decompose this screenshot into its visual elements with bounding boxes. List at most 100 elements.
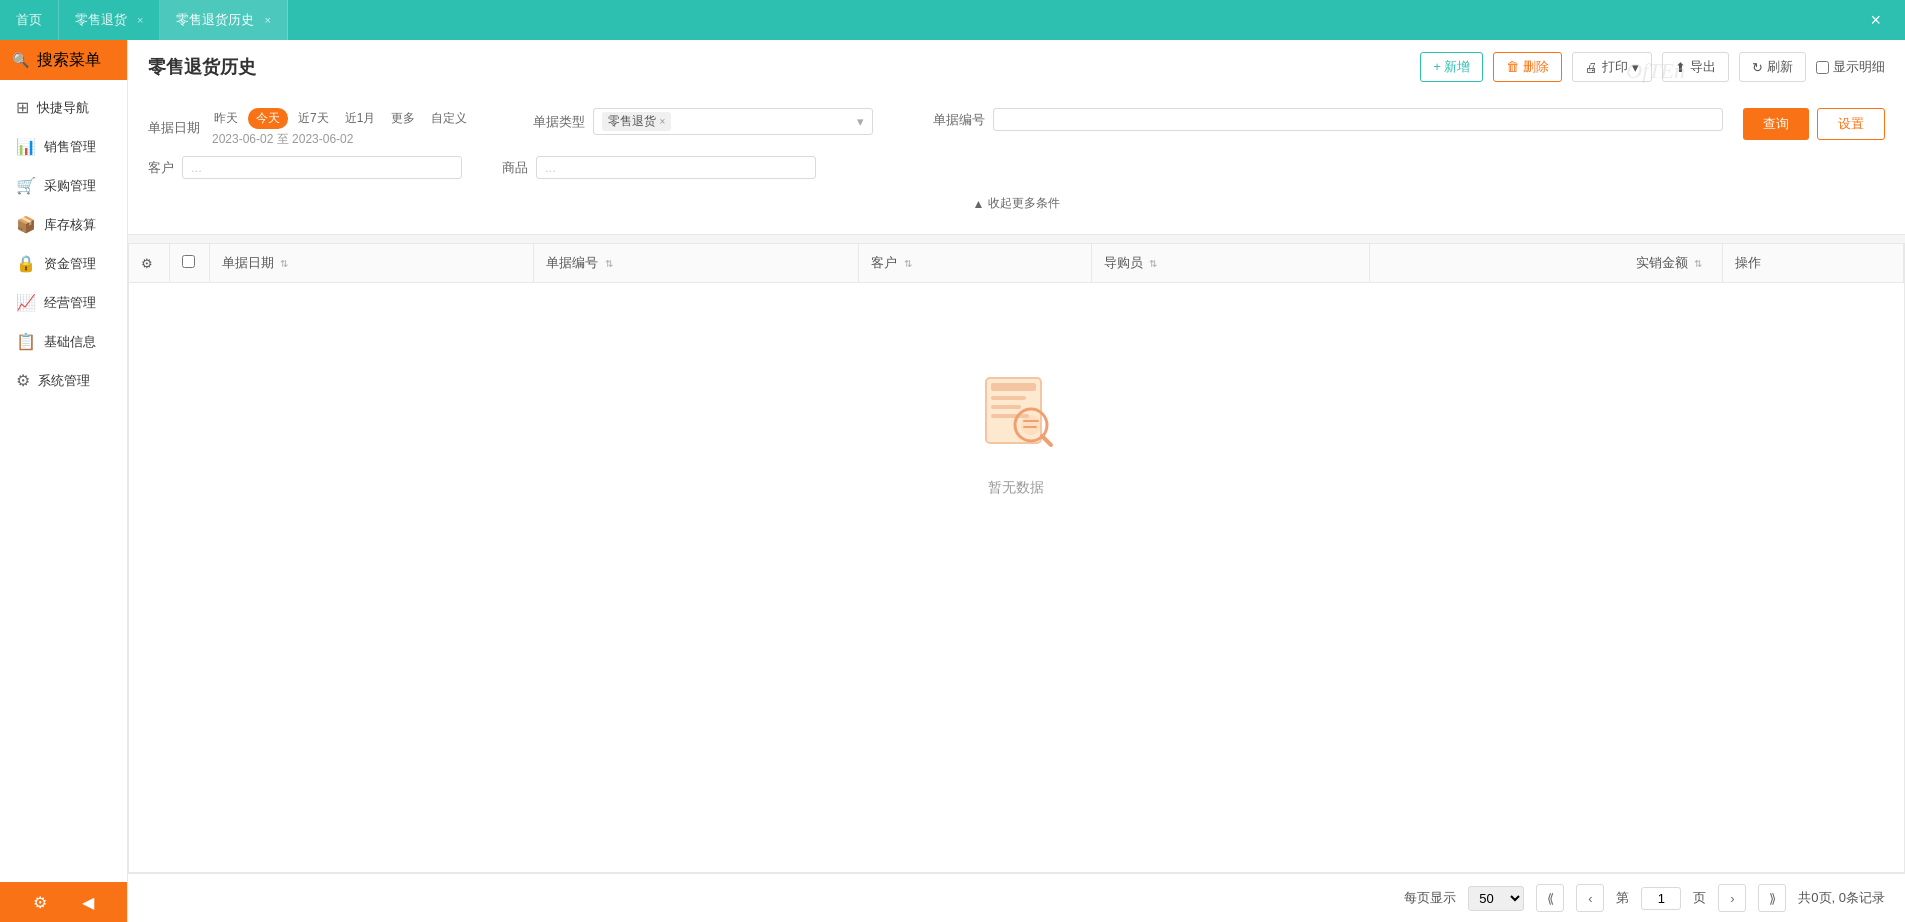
toolbar-buttons: + 新增 🗑 删除 🖨 打印 ▾ ⬆ 导出 ↻ 刷新 xyxy=(1420,52,1885,82)
tab-retail-return-history-close[interactable]: × xyxy=(264,14,270,26)
th-amount[interactable]: 实销金额 ⇅ xyxy=(1370,244,1723,283)
type-dropdown-icon[interactable]: ▾ xyxy=(857,114,864,129)
operations-icon: 📈 xyxy=(16,293,36,312)
delete-button[interactable]: 🗑 删除 xyxy=(1493,52,1562,82)
export-icon: ⬆ xyxy=(1675,60,1686,75)
date-btn-yesterday[interactable]: 昨天 xyxy=(208,108,244,129)
goods-placeholder: ... xyxy=(545,160,556,175)
new-button[interactable]: + 新增 xyxy=(1420,52,1483,82)
goods-filter-label: 商品 xyxy=(502,159,528,177)
window-close-button[interactable]: × xyxy=(1862,6,1889,35)
basic-info-icon: 📋 xyxy=(16,332,36,351)
page-header: 零售退货历史 + 新增 🗑 删除 🖨 打印 ▾ ⬆ 导出 ↻ xyxy=(128,40,1905,235)
th-number-label: 单据编号 xyxy=(546,255,598,270)
sidebar-nav: ⊞ 快捷导航 📊 销售管理 🛒 采购管理 📦 库存核算 🔒 资金管理 📈 xyxy=(0,80,127,882)
prev-page-button[interactable]: ‹ xyxy=(1576,884,1604,912)
query-button[interactable]: 查询 xyxy=(1743,108,1809,140)
tab-retail-return-history-label: 零售退货历史 xyxy=(176,11,254,29)
sales-icon: 📊 xyxy=(16,137,36,156)
inventory-icon: 📦 xyxy=(16,215,36,234)
main-layout: 🔍 搜索菜单 ⊞ 快捷导航 📊 销售管理 🛒 采购管理 📦 库存核算 🔒 xyxy=(0,40,1905,922)
sidebar-item-sales-label: 销售管理 xyxy=(44,138,96,156)
page-number-input[interactable] xyxy=(1641,887,1681,910)
collapse-row: ▲ 收起更多条件 xyxy=(148,183,1885,224)
settings-gear-icon[interactable]: ⚙ xyxy=(141,256,153,271)
first-page-button[interactable]: ⟪ xyxy=(1536,884,1564,912)
svg-rect-4 xyxy=(991,414,1029,418)
date-filter: 单据日期 昨天 今天 近7天 近1月 更多 自定义 2023-06-02 至 2… xyxy=(148,108,473,148)
th-date-label: 单据日期 xyxy=(222,255,274,270)
page-suffix: 页 xyxy=(1693,889,1706,907)
refresh-icon: ↻ xyxy=(1752,60,1763,75)
date-btn-7days[interactable]: 近7天 xyxy=(292,108,335,129)
last-page-button[interactable]: ⟫ xyxy=(1758,884,1786,912)
content-area: 零售退货历史 + 新增 🗑 删除 🖨 打印 ▾ ⬆ 导出 ↻ xyxy=(128,40,1905,922)
sidebar: 🔍 搜索菜单 ⊞ 快捷导航 📊 销售管理 🛒 采购管理 📦 库存核算 🔒 xyxy=(0,40,128,922)
type-filter-label: 单据类型 xyxy=(533,113,585,131)
date-btn-today[interactable]: 今天 xyxy=(248,108,288,129)
select-all-checkbox[interactable] xyxy=(182,255,195,268)
customer-filter-input[interactable]: ... xyxy=(182,156,462,179)
empty-state-icon xyxy=(966,363,1066,463)
sidebar-item-finance[interactable]: 🔒 资金管理 xyxy=(0,244,127,283)
th-settings[interactable]: ⚙ xyxy=(129,244,169,283)
sidebar-item-basic-info[interactable]: 📋 基础信息 xyxy=(0,322,127,361)
th-guide[interactable]: 导购员 ⇅ xyxy=(1091,244,1370,283)
sidebar-item-inventory[interactable]: 📦 库存核算 xyxy=(0,205,127,244)
tab-home[interactable]: 首页 xyxy=(0,0,59,40)
tab-retail-return[interactable]: 零售退货 × xyxy=(59,0,160,40)
th-guide-label: 导购员 xyxy=(1104,255,1143,270)
sidebar-item-system[interactable]: ⚙ 系统管理 xyxy=(0,361,127,400)
per-page-select[interactable]: 20 50 100 xyxy=(1468,886,1524,911)
print-label: 打印 xyxy=(1602,58,1628,76)
tab-retail-return-history[interactable]: 零售退货历史 × xyxy=(160,0,287,40)
print-button[interactable]: 🖨 打印 ▾ xyxy=(1572,52,1652,82)
th-actions: 操作 xyxy=(1723,244,1904,283)
number-sort-icon: ⇅ xyxy=(605,258,613,269)
filter-settings-button[interactable]: 设置 xyxy=(1817,108,1885,140)
sidebar-item-quick-nav[interactable]: ⊞ 快捷导航 xyxy=(0,88,127,127)
total-records-label: 共0页, 0条记录 xyxy=(1798,889,1885,907)
sidebar-bottom: ⚙ ◀ xyxy=(0,882,127,922)
collapse-sidebar-icon[interactable]: ◀ xyxy=(82,893,94,912)
sidebar-item-operations[interactable]: 📈 经营管理 xyxy=(0,283,127,322)
collapse-button[interactable]: ▲ 收起更多条件 xyxy=(965,191,1069,216)
date-btn-1month[interactable]: 近1月 xyxy=(339,108,382,129)
refresh-button[interactable]: ↻ 刷新 xyxy=(1739,52,1806,82)
search-icon: 🔍 xyxy=(12,52,29,68)
th-number[interactable]: 单据编号 ⇅ xyxy=(534,244,859,283)
th-customer[interactable]: 客户 ⇅ xyxy=(858,244,1091,283)
type-tag-close[interactable]: × xyxy=(659,116,665,127)
svg-rect-2 xyxy=(991,396,1026,400)
top-bar: 首页 零售退货 × 零售退货历史 × × xyxy=(0,0,1905,40)
sidebar-item-quick-nav-label: 快捷导航 xyxy=(37,99,89,117)
next-page-button[interactable]: › xyxy=(1718,884,1746,912)
sidebar-item-purchase[interactable]: 🛒 采购管理 xyxy=(0,166,127,205)
empty-state-row: 暂无数据 xyxy=(129,283,1904,578)
filter-row-2: 客户 ... 商品 ... xyxy=(148,152,1885,183)
th-amount-label: 实销金额 xyxy=(1636,255,1688,270)
date-btn-more[interactable]: 更多 xyxy=(385,108,421,129)
th-checkbox[interactable] xyxy=(169,244,209,283)
tab-retail-return-close[interactable]: × xyxy=(137,14,143,26)
sidebar-item-sales[interactable]: 📊 销售管理 xyxy=(0,127,127,166)
th-date[interactable]: 单据日期 ⇅ xyxy=(209,244,534,283)
date-range-display: 2023-06-02 至 2023-06-02 xyxy=(212,131,473,148)
settings-bottom-icon[interactable]: ⚙ xyxy=(33,893,47,912)
sidebar-search[interactable]: 🔍 搜索菜单 xyxy=(0,40,127,80)
number-filter-input[interactable] xyxy=(993,108,1723,131)
display-detail-label: 显示明细 xyxy=(1833,58,1885,76)
display-detail-checkbox[interactable] xyxy=(1816,61,1829,74)
tab-bar: 首页 零售退货 × 零售退货历史 × xyxy=(0,0,1862,40)
type-filter-input[interactable]: 零售退货 × ▾ xyxy=(593,108,873,135)
date-btn-custom[interactable]: 自定义 xyxy=(425,108,473,129)
table-container: ⚙ 单据日期 ⇅ 单据编号 ⇅ xyxy=(128,243,1905,873)
sidebar-item-finance-label: 资金管理 xyxy=(44,255,96,273)
svg-rect-1 xyxy=(991,383,1036,391)
action-buttons: 查询 设置 xyxy=(1743,108,1885,140)
goods-filter-input[interactable]: ... xyxy=(536,156,816,179)
amount-sort-icon: ⇅ xyxy=(1694,258,1702,269)
display-detail-toggle[interactable]: 显示明细 xyxy=(1816,58,1885,76)
export-button[interactable]: ⬆ 导出 xyxy=(1662,52,1729,82)
filter-row-1: 单据日期 昨天 今天 近7天 近1月 更多 自定义 2023-06-02 至 2… xyxy=(148,104,1885,152)
